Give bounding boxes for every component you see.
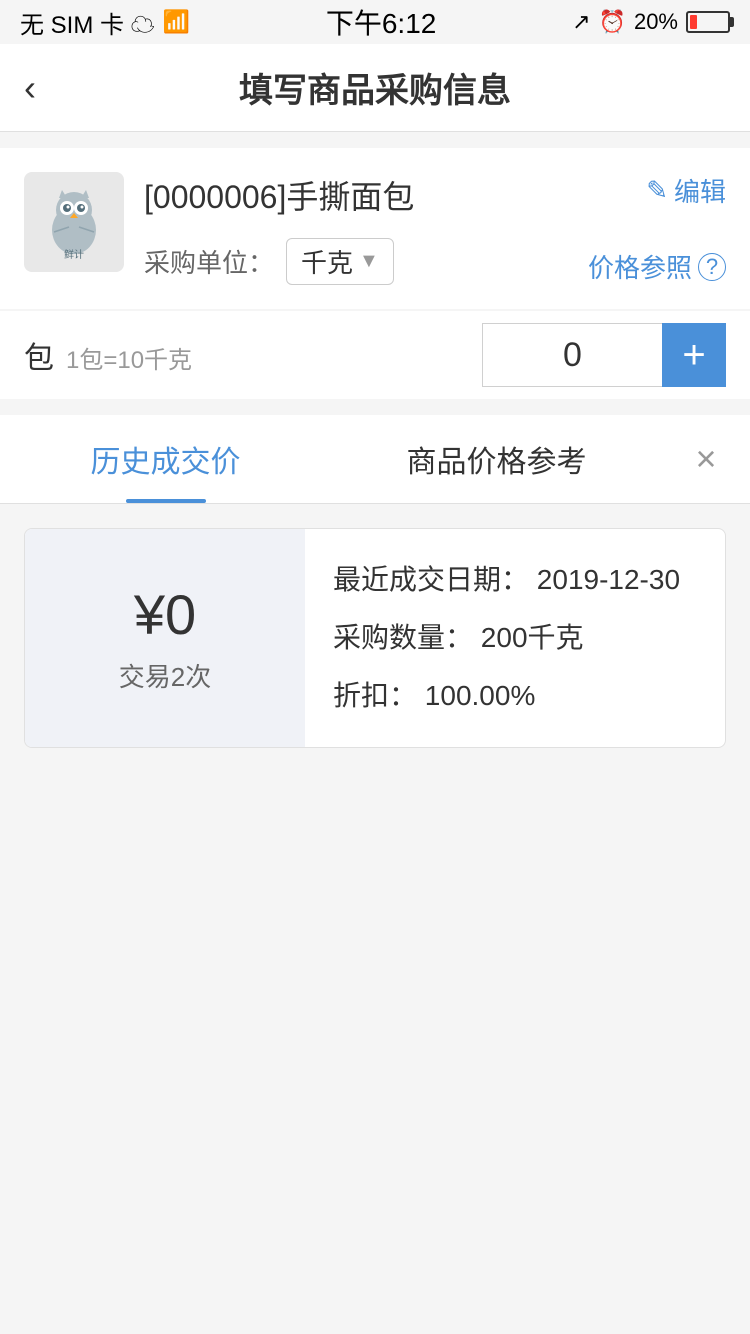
quantity-input-group: +	[482, 323, 726, 387]
unit-dropdown-arrow: ▼	[359, 250, 379, 273]
history-content: ¥0 交易2次 最近成交日期： 2019-12-30 采购数量： 200千克 折…	[0, 504, 750, 1104]
nav-bar: ‹ 填写商品采购信息	[0, 44, 750, 132]
quantity-label-group: 包 1包=10千克	[24, 333, 192, 377]
status-right: ↗ ⏰ 20%	[572, 9, 730, 35]
currency-symbol: ¥	[134, 583, 165, 646]
gps-icon: ↗	[572, 9, 590, 35]
unit-value: 千克	[301, 243, 353, 280]
price-ref-label: 价格参照	[588, 248, 692, 285]
product-image: 鲜计	[24, 172, 124, 272]
purchase-qty-value: 200千克	[481, 622, 584, 653]
back-button[interactable]: ‹	[24, 67, 36, 109]
discount-value: 100.00%	[425, 680, 536, 711]
unit-label: 采购单位：	[144, 243, 274, 280]
quantity-unit: 包	[24, 333, 54, 377]
history-trades: 交易2次	[119, 657, 211, 694]
battery-icon	[686, 11, 730, 33]
battery-percent: 20%	[634, 9, 678, 35]
page-title: 填写商品采购信息	[239, 63, 511, 112]
close-button[interactable]: ×	[662, 415, 750, 503]
product-name: [0000006]手撕面包	[144, 172, 726, 218]
tabs-container: 历史成交价 商品价格参考 ×	[0, 415, 750, 504]
history-price-value: ¥0	[134, 582, 196, 647]
svg-text:鲜计: 鲜计	[64, 248, 84, 261]
purchase-qty-label: 采购数量：	[333, 622, 473, 653]
recent-date-label: 最近成交日期：	[333, 564, 529, 595]
price-ref-button[interactable]: 价格参照 ?	[588, 248, 726, 285]
wifi-icon: 📶	[163, 9, 190, 35]
tab-underline	[126, 499, 206, 503]
alarm-icon: ⏰	[599, 9, 626, 35]
status-bar: 无 SIM 卡 ☁ 📶 下午6:12 ↗ ⏰ 20%	[0, 0, 750, 44]
tab-product-price-ref[interactable]: 商品价格参考	[331, 415, 662, 503]
help-icon: ?	[698, 253, 726, 281]
purchase-qty-item: 采购数量： 200千克	[333, 617, 697, 659]
sim-label: 无 SIM 卡 ☁	[20, 5, 155, 40]
history-details-section: 最近成交日期： 2019-12-30 采购数量： 200千克 折扣： 100.0…	[305, 529, 725, 747]
history-card: ¥0 交易2次 最近成交日期： 2019-12-30 采购数量： 200千克 折…	[24, 528, 726, 748]
status-left: 无 SIM 卡 ☁ 📶	[20, 5, 190, 40]
discount-item: 折扣： 100.00%	[333, 675, 697, 717]
edit-button[interactable]: ✎ 编辑	[646, 172, 726, 209]
status-time: 下午6:12	[326, 2, 437, 42]
edit-icon: ✎	[646, 175, 668, 206]
recent-date-item: 最近成交日期： 2019-12-30	[333, 559, 697, 601]
quantity-conversion: 1包=10千克	[66, 340, 192, 375]
product-logo: 鲜计	[34, 182, 114, 262]
history-price-section: ¥0 交易2次	[25, 529, 305, 747]
tab-history-price[interactable]: 历史成交价	[0, 415, 331, 503]
unit-select[interactable]: 千克 ▼	[286, 238, 394, 285]
quantity-plus-button[interactable]: +	[662, 323, 726, 387]
quantity-input[interactable]	[482, 323, 662, 387]
recent-date-value: 2019-12-30	[537, 564, 680, 595]
quantity-row: 包 1包=10千克 +	[0, 311, 750, 399]
discount-label: 折扣：	[333, 680, 417, 711]
product-card: 鲜计 [0000006]手撕面包 采购单位： 千克 ▼ ✎ 编辑 价格参照 ?	[0, 148, 750, 309]
